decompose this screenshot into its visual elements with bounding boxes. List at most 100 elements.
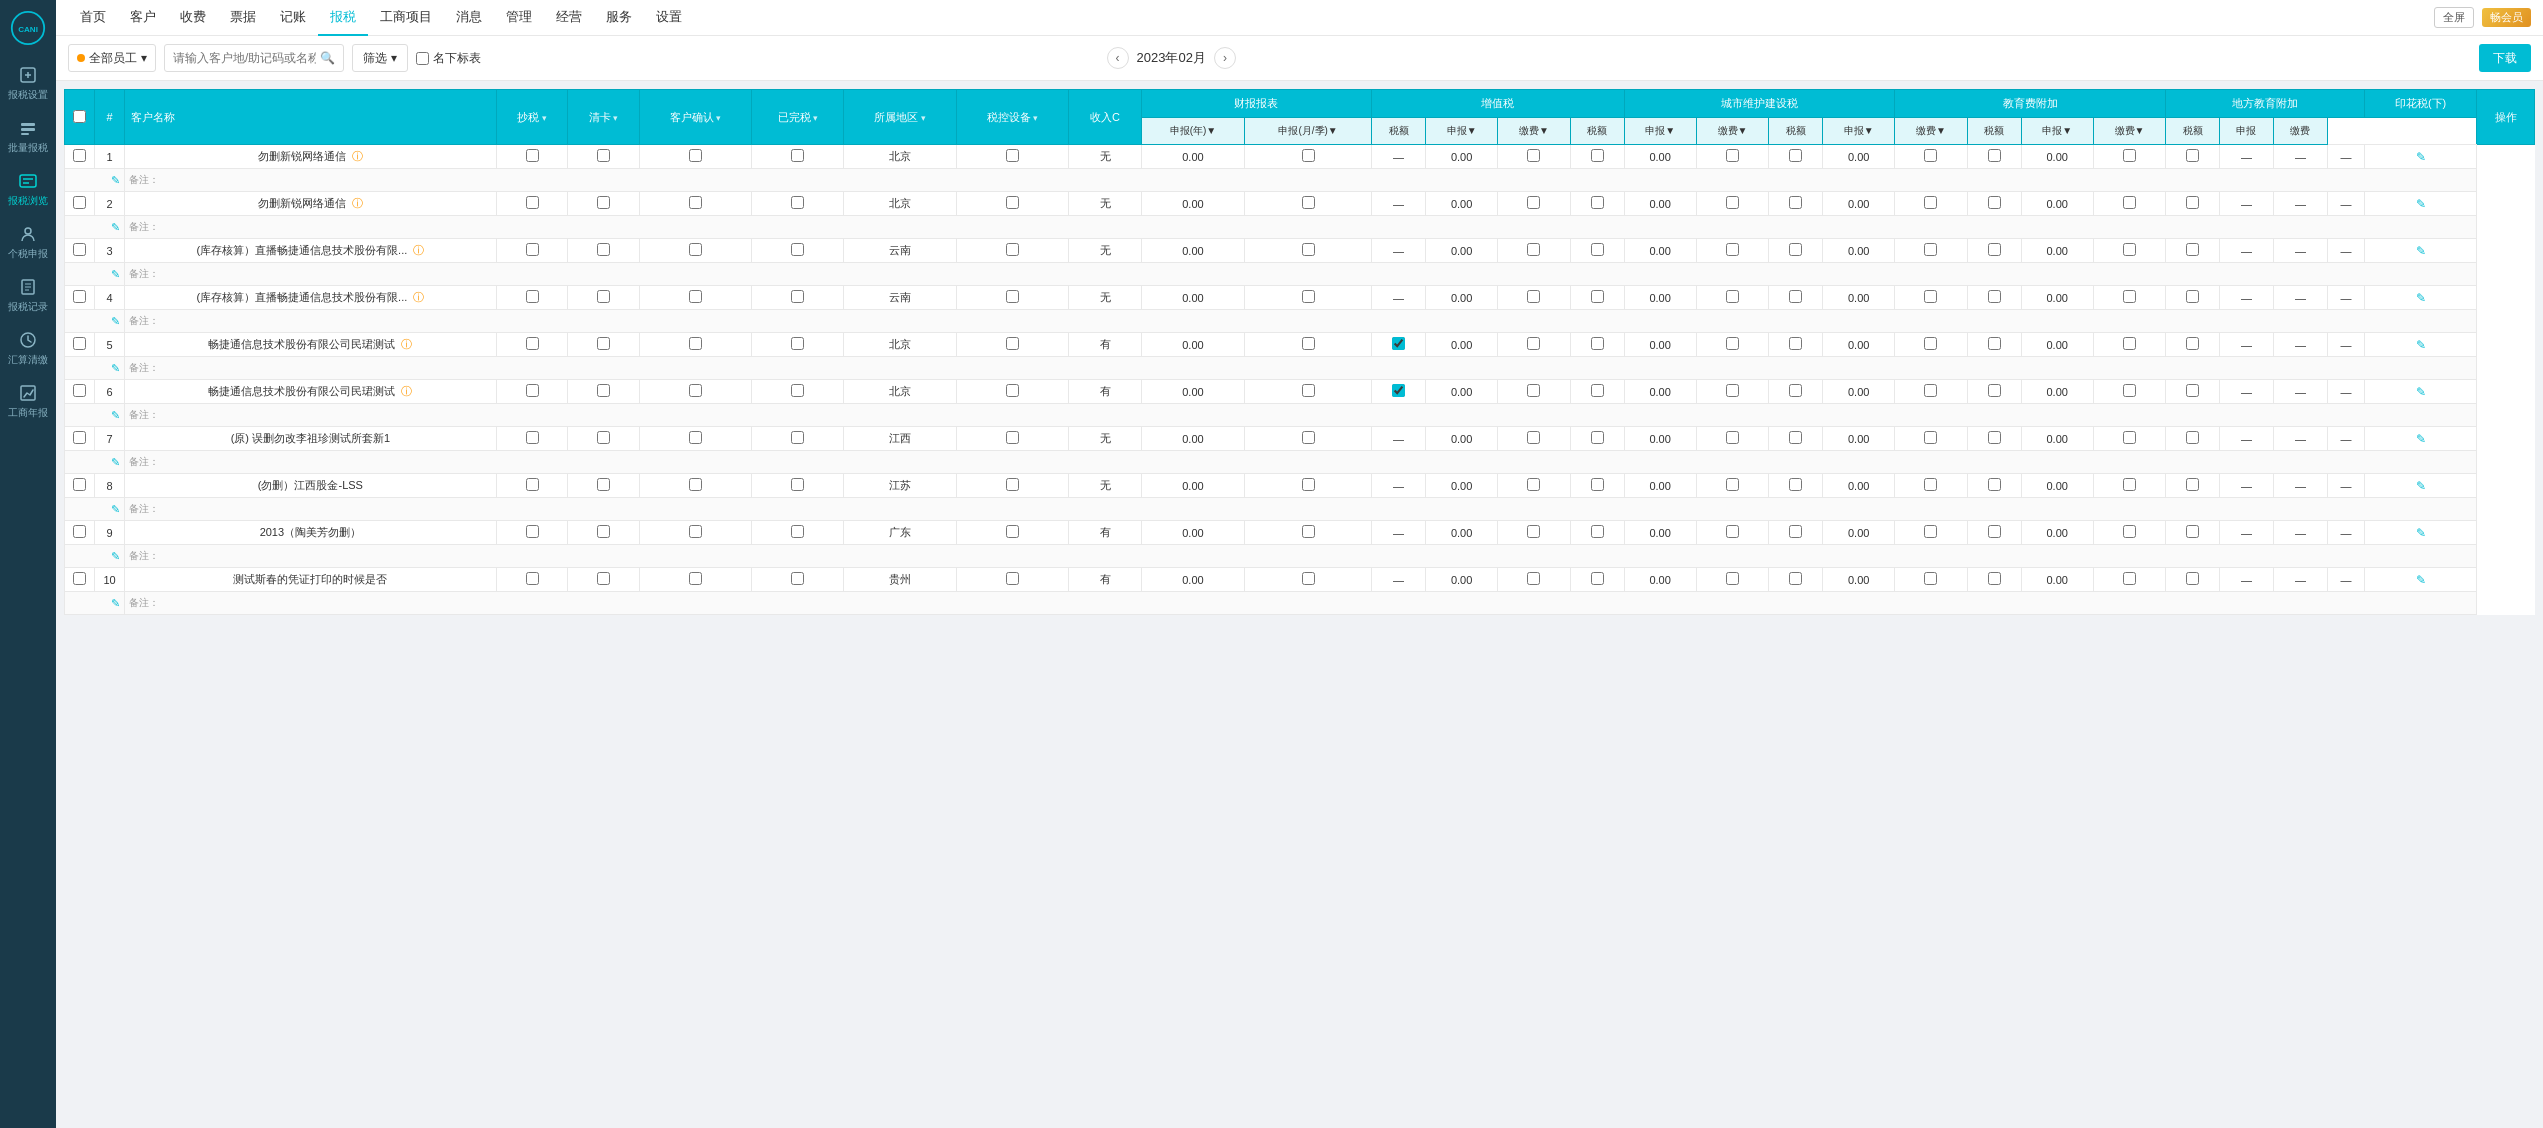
client-confirm-checkbox[interactable] — [689, 243, 702, 256]
clear-card-checkbox[interactable] — [597, 337, 610, 350]
row-checkbox[interactable] — [73, 478, 86, 491]
edu-pay-checkbox[interactable] — [1988, 149, 2001, 162]
edit-icon[interactable]: ✎ — [2416, 526, 2426, 540]
clear-card-checkbox[interactable] — [597, 243, 610, 256]
city-pay-checkbox[interactable] — [1789, 337, 1802, 350]
city-pay-checkbox[interactable] — [1789, 290, 1802, 303]
edu-pay-checkbox[interactable] — [1988, 431, 2001, 444]
city-declare-checkbox[interactable] — [1726, 149, 1739, 162]
employee-filter[interactable]: 全部员工 ▾ — [68, 44, 156, 72]
local-declare-checkbox[interactable] — [2123, 243, 2136, 256]
company-name[interactable]: (勿删）江西股金-LSS — [125, 474, 497, 498]
annual-declare-checkbox[interactable] — [1302, 337, 1315, 350]
tax-done-checkbox[interactable] — [791, 525, 804, 538]
row-checkbox[interactable] — [73, 337, 86, 350]
company-name[interactable]: (库存核算）直播畅捷通信息技术股份有限... ⓘ — [125, 239, 497, 263]
client-confirm-checkbox[interactable] — [689, 149, 702, 162]
nav-accounting[interactable]: 记账 — [268, 0, 318, 36]
local-pay-checkbox[interactable] — [2186, 243, 2199, 256]
company-name[interactable]: 畅捷通信息技术股份有限公司民珺测试 ⓘ — [125, 333, 497, 357]
local-pay-checkbox[interactable] — [2186, 196, 2199, 209]
vat-pay-checkbox[interactable] — [1591, 572, 1604, 585]
city-pay-checkbox[interactable] — [1789, 431, 1802, 444]
nav-service[interactable]: 服务 — [594, 0, 644, 36]
client-confirm-checkbox[interactable] — [689, 431, 702, 444]
vat-pay-checkbox[interactable] — [1591, 478, 1604, 491]
vat-declare-checkbox[interactable] — [1527, 290, 1540, 303]
remark-text[interactable]: 备注： — [125, 545, 2477, 568]
annual-declare-checkbox[interactable] — [1302, 478, 1315, 491]
city-declare-checkbox[interactable] — [1726, 384, 1739, 397]
local-declare-checkbox[interactable] — [2123, 525, 2136, 538]
remark-text[interactable]: 备注： — [125, 592, 2477, 615]
tax-device-checkbox[interactable] — [1006, 196, 1019, 209]
city-pay-checkbox[interactable] — [1789, 243, 1802, 256]
remark-text[interactable]: 备注： — [125, 169, 2477, 192]
tax-device-checkbox[interactable] — [1006, 290, 1019, 303]
company-name[interactable]: 勿删新锐网络通信 ⓘ — [125, 192, 497, 216]
local-declare-checkbox[interactable] — [2123, 149, 2136, 162]
edu-pay-checkbox[interactable] — [1988, 196, 2001, 209]
annual-declare-checkbox[interactable] — [1302, 525, 1315, 538]
clear-card-checkbox[interactable] — [597, 384, 610, 397]
city-pay-checkbox[interactable] — [1789, 572, 1802, 585]
mylist-checkbox-label[interactable]: 名下标表 — [416, 50, 481, 67]
edu-pay-checkbox[interactable] — [1988, 290, 2001, 303]
tax-done-checkbox[interactable] — [791, 149, 804, 162]
tax-device-checkbox[interactable] — [1006, 525, 1019, 538]
company-name[interactable]: 勿删新锐网络通信 ⓘ — [125, 145, 497, 169]
annual-declare-checkbox[interactable] — [1302, 149, 1315, 162]
client-confirm-checkbox[interactable] — [689, 196, 702, 209]
row-checkbox[interactable] — [73, 431, 86, 444]
company-name[interactable]: (原) 误删勿改李祖珍测试所套新1 — [125, 427, 497, 451]
annual-declare-checkbox[interactable] — [1302, 384, 1315, 397]
local-pay-checkbox[interactable] — [2186, 478, 2199, 491]
vat-pay-checkbox[interactable] — [1591, 196, 1604, 209]
tax-device-checkbox[interactable] — [1006, 478, 1019, 491]
mylist-checkbox[interactable] — [416, 52, 429, 65]
tax-device-checkbox[interactable] — [1006, 384, 1019, 397]
sidebar-item-annual-settle[interactable]: 汇算清缴 — [0, 321, 56, 374]
annual-declare-checkbox[interactable] — [1302, 196, 1315, 209]
edu-pay-checkbox[interactable] — [1988, 243, 2001, 256]
nav-home[interactable]: 首页 — [68, 0, 118, 36]
local-pay-checkbox[interactable] — [2186, 525, 2199, 538]
copy-tax-checkbox[interactable] — [526, 290, 539, 303]
local-declare-checkbox[interactable] — [2123, 337, 2136, 350]
search-input[interactable] — [173, 51, 316, 65]
edit-icon[interactable]: ✎ — [2416, 479, 2426, 493]
city-pay-checkbox[interactable] — [1789, 196, 1802, 209]
tax-done-checkbox[interactable] — [791, 196, 804, 209]
vat-declare-checkbox[interactable] — [1527, 196, 1540, 209]
client-confirm-checkbox[interactable] — [689, 290, 702, 303]
copy-tax-checkbox[interactable] — [526, 243, 539, 256]
vat-pay-checkbox[interactable] — [1591, 525, 1604, 538]
edu-declare-checkbox[interactable] — [1924, 572, 1937, 585]
tax-device-checkbox[interactable] — [1006, 431, 1019, 444]
clear-card-checkbox[interactable] — [597, 290, 610, 303]
city-pay-checkbox[interactable] — [1789, 525, 1802, 538]
company-name[interactable]: 畅捷通信息技术股份有限公司民珺测试 ⓘ — [125, 380, 497, 404]
sidebar-item-batch-tax[interactable]: 批量报税 — [0, 109, 56, 162]
city-declare-checkbox[interactable] — [1726, 572, 1739, 585]
vat-pay-checkbox[interactable] — [1591, 384, 1604, 397]
tax-done-checkbox[interactable] — [791, 478, 804, 491]
copy-tax-checkbox[interactable] — [526, 431, 539, 444]
vat-pay-checkbox[interactable] — [1591, 290, 1604, 303]
sidebar-item-personal-tax[interactable]: 个税申报 — [0, 215, 56, 268]
remark-text[interactable]: 备注： — [125, 404, 2477, 427]
sidebar-item-annual-report[interactable]: 工商年报 — [0, 374, 56, 427]
remark-text[interactable]: 备注： — [125, 498, 2477, 521]
edu-declare-checkbox[interactable] — [1924, 149, 1937, 162]
row-checkbox[interactable] — [73, 384, 86, 397]
edit-icon[interactable]: ✎ — [2416, 291, 2426, 305]
client-confirm-checkbox[interactable] — [689, 478, 702, 491]
client-confirm-checkbox[interactable] — [689, 572, 702, 585]
vat-declare-checkbox[interactable] — [1527, 243, 1540, 256]
local-pay-checkbox[interactable] — [2186, 290, 2199, 303]
city-pay-checkbox[interactable] — [1789, 384, 1802, 397]
annual-declare-checkbox[interactable] — [1302, 431, 1315, 444]
monthly-declare-checkbox[interactable] — [1392, 384, 1405, 397]
clear-card-checkbox[interactable] — [597, 196, 610, 209]
city-declare-checkbox[interactable] — [1726, 243, 1739, 256]
